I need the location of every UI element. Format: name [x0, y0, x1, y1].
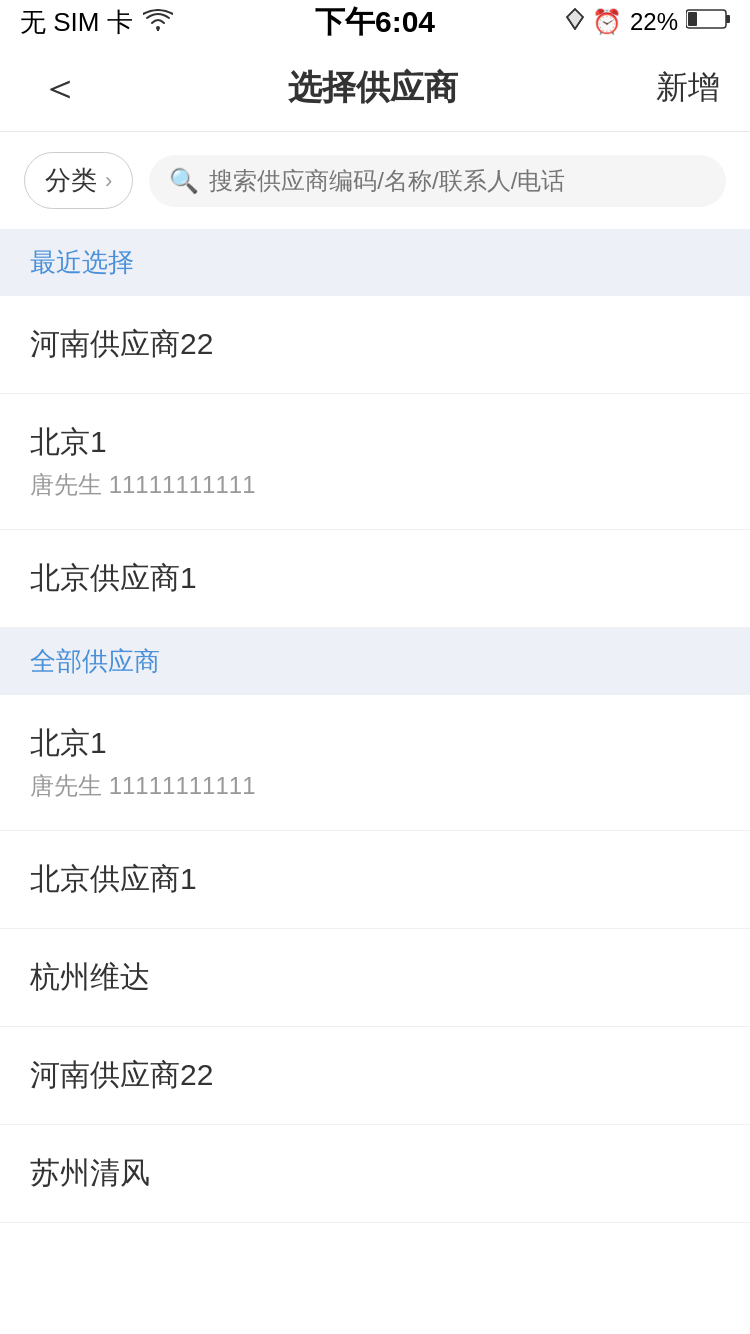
item-name: 北京供应商1	[30, 859, 720, 900]
list-item[interactable]: 杭州维达	[0, 929, 750, 1027]
add-button[interactable]: 新增	[656, 66, 720, 110]
status-time: 下午6:04	[315, 2, 435, 43]
battery-icon	[686, 8, 730, 36]
list-item[interactable]: 北京供应商1	[0, 530, 750, 628]
item-name: 河南供应商22	[30, 324, 720, 365]
item-name: 河南供应商22	[30, 1055, 720, 1096]
all-section-header: 全部供应商	[0, 628, 750, 695]
chevron-right-icon: ›	[105, 168, 112, 194]
battery-text: 22%	[630, 8, 678, 36]
search-input[interactable]	[209, 167, 706, 195]
sim-text: 无 SIM 卡	[20, 5, 133, 40]
svg-rect-3	[726, 15, 730, 23]
list-item[interactable]: 河南供应商22	[0, 1027, 750, 1125]
svg-marker-1	[567, 9, 583, 29]
category-filter[interactable]: 分类 ›	[24, 152, 133, 209]
location-icon	[566, 8, 584, 36]
item-name: 杭州维达	[30, 957, 720, 998]
filter-bar: 分类 › 🔍	[0, 132, 750, 229]
item-name: 北京1	[30, 723, 720, 764]
status-bar: 无 SIM 卡 下午6:04 ⏰ 22%	[0, 0, 750, 44]
item-name: 苏州清风	[30, 1153, 720, 1194]
all-items-list: 北京1 唐先生 11111111111 北京供应商1 杭州维达 河南供应商22 …	[0, 695, 750, 1223]
list-item[interactable]: 北京1 唐先生 11111111111	[0, 695, 750, 831]
status-left: 无 SIM 卡	[20, 5, 173, 40]
alarm-icon: ⏰	[592, 8, 622, 36]
nav-bar: ＜ 选择供应商 新增	[0, 44, 750, 132]
recent-section-header: 最近选择	[0, 229, 750, 296]
back-button[interactable]: ＜	[30, 50, 90, 125]
list-item[interactable]: 苏州清风	[0, 1125, 750, 1223]
item-name: 北京1	[30, 422, 720, 463]
svg-rect-4	[688, 12, 697, 26]
list-item[interactable]: 河南供应商22	[0, 296, 750, 394]
svg-point-0	[156, 26, 160, 30]
list-item[interactable]: 北京供应商1	[0, 831, 750, 929]
list-item[interactable]: 北京1 唐先生 11111111111	[0, 394, 750, 530]
search-icon: 🔍	[169, 167, 199, 195]
search-box: 🔍	[149, 155, 726, 207]
item-name: 北京供应商1	[30, 558, 720, 599]
status-right: ⏰ 22%	[566, 8, 730, 36]
wifi-icon	[143, 7, 173, 38]
item-sub: 唐先生 11111111111	[30, 770, 720, 802]
page-title: 选择供应商	[288, 65, 458, 111]
recent-items-list: 河南供应商22 北京1 唐先生 11111111111 北京供应商1	[0, 296, 750, 628]
category-label: 分类	[45, 163, 97, 198]
item-sub: 唐先生 11111111111	[30, 469, 720, 501]
